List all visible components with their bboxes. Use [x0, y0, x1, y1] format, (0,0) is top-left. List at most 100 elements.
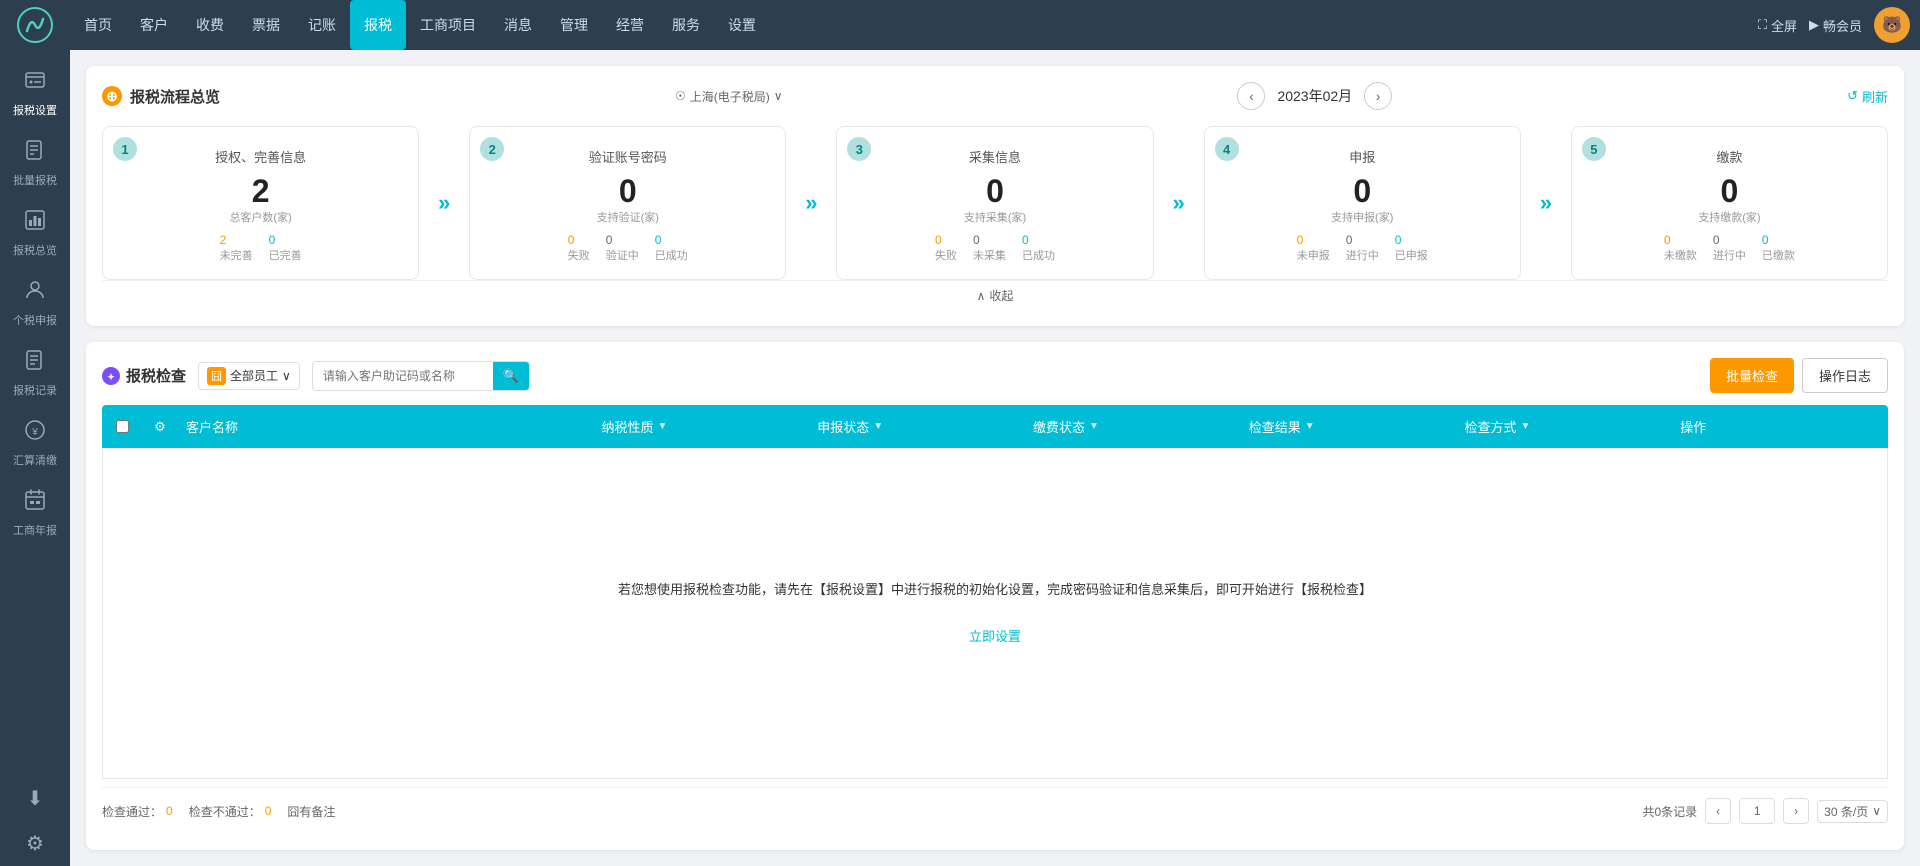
stat-unfilled[interactable]: 2 未完善 — [220, 233, 253, 263]
stat-uncollected-3[interactable]: 0 未采集 — [973, 233, 1006, 263]
nav-accounting[interactable]: 记账 — [294, 0, 350, 50]
instant-setup-link[interactable]: 立即设置 — [969, 629, 1021, 644]
step-sub-4: 支持申报(家) — [1331, 209, 1393, 225]
table-wrap: ⚙ 客户名称 纳税性质 ▼ 申报状态 ▼ 缴费状态 ▼ — [102, 405, 1888, 834]
nav-invoice[interactable]: 票据 — [238, 0, 294, 50]
prev-month-btn[interactable]: ‹ — [1237, 82, 1265, 110]
prev-page-btn[interactable]: ‹ — [1705, 798, 1731, 824]
search-button[interactable]: 🔍 — [493, 362, 529, 390]
sidebar-label-annual-report: 工商年报 — [13, 522, 57, 538]
footer-stats: 检查通过： 0 检查不通过： 0 囧有备注 — [102, 803, 335, 820]
th-checkbox[interactable] — [102, 408, 142, 445]
pass-stat[interactable]: 检查通过： 0 — [102, 803, 173, 820]
stat-success-3[interactable]: 0 已成功 — [1022, 233, 1055, 263]
page-size-select[interactable]: 30 条/页 ∨ — [1817, 800, 1888, 823]
batch-check-button[interactable]: 批量检查 — [1710, 358, 1794, 393]
nav-service[interactable]: 服务 — [658, 0, 714, 50]
step-sub-3: 支持采集(家) — [964, 209, 1026, 225]
step-stats-1: 2 未完善 0 已完善 — [220, 233, 302, 263]
step-title-1: 授权、完善信息 — [215, 147, 306, 166]
th-check-result[interactable]: 检查结果 ▼ — [1241, 405, 1457, 448]
step-title-2: 验证账号密码 — [589, 147, 667, 166]
nav-fee[interactable]: 收费 — [182, 0, 238, 50]
sidebar-item-tax-settings[interactable]: 报税设置 — [0, 58, 70, 128]
select-all-checkbox[interactable] — [116, 420, 129, 433]
collapse-label: 收起 — [989, 287, 1013, 304]
flow-step-4: 4 申报 0 支持申报(家) 0 未申报 0 进行中 — [1204, 126, 1521, 280]
stat-paid-5[interactable]: 0 已缴款 — [1762, 233, 1795, 263]
search-input[interactable] — [313, 364, 493, 388]
th-tax-nature[interactable]: 纳税性质 ▼ — [594, 405, 810, 448]
sidebar-label-batch-tax: 批量报税 — [13, 172, 57, 188]
arrow-4-5: » — [1521, 126, 1571, 280]
th-declaration-status[interactable]: 申报状态 ▼ — [809, 405, 1025, 448]
th-action: 操作 — [1672, 405, 1888, 448]
annual-report-icon — [23, 488, 47, 518]
step-num-5: 5 — [1582, 137, 1606, 161]
sidebar-item-tax-overview[interactable]: 报税总览 — [0, 198, 70, 268]
sidebar-settings2[interactable]: ⚙ — [0, 821, 70, 866]
nav-tax[interactable]: 报税 — [350, 0, 406, 50]
sidebar-bottom: ⬇ ⚙ — [0, 776, 70, 866]
collapse-bar[interactable]: ∧ 收起 — [102, 280, 1888, 310]
sidebar-item-settlement[interactable]: ¥ 汇算清缴 — [0, 408, 70, 478]
operation-log-button[interactable]: 操作日志 — [1802, 358, 1888, 393]
check-title-icon: ✦ — [102, 367, 120, 385]
table-header: ⚙ 客户名称 纳税性质 ▼ 申报状态 ▼ 缴费状态 ▼ — [102, 405, 1888, 448]
settings2-icon: ⚙ — [26, 831, 44, 856]
refresh-btn[interactable]: ↺ 刷新 — [1847, 87, 1888, 106]
th-check-method[interactable]: 检查方式 ▼ — [1457, 405, 1673, 448]
sidebar: 报税设置 批量报税 报税总览 — [0, 50, 70, 866]
flow-overview-card: ⊕ 报税流程总览 ☉ 上海(电子税局) ∨ ‹ 2023年02月 › ↺ 刷新 — [86, 66, 1904, 326]
th-gear[interactable]: ⚙ — [142, 407, 178, 447]
arrow-icon-4: » — [1540, 190, 1552, 216]
nav-settings[interactable]: 设置 — [714, 0, 770, 50]
nav-operation[interactable]: 经营 — [602, 0, 658, 50]
location-tag[interactable]: ☉ 上海(电子税局) ∨ — [675, 88, 783, 105]
table-body: 若您想使用报税检查功能，请先在【报税设置】中进行报税的初始化设置，完成密码验证和… — [102, 448, 1888, 779]
stat-declared-4[interactable]: 0 已申报 — [1395, 233, 1428, 263]
fail-stat[interactable]: 检查不通过： 0 — [189, 803, 272, 820]
nav-home[interactable]: 首页 — [70, 0, 126, 50]
tax-settings-icon — [23, 68, 47, 98]
vip-btn[interactable]: ▶ 畅会员 — [1809, 16, 1862, 35]
location-icon: ☉ — [675, 89, 686, 103]
stat-filled[interactable]: 0 已完善 — [269, 233, 302, 263]
next-month-btn[interactable]: › — [1364, 82, 1392, 110]
fail-value: 0 — [265, 804, 272, 818]
stat-undeclared-4[interactable]: 0 未申报 — [1297, 233, 1330, 263]
stat-fail-3[interactable]: 0 失败 — [935, 233, 957, 263]
empty-message: 若您想使用报税检查功能，请先在【报税设置】中进行报税的初始化设置，完成密码验证和… — [618, 578, 1372, 648]
current-page: 1 — [1739, 798, 1775, 824]
nav-manage[interactable]: 管理 — [546, 0, 602, 50]
sidebar-item-annual-report[interactable]: 工商年报 — [0, 478, 70, 548]
step-sub-5: 支持缴款(家) — [1698, 209, 1760, 225]
next-page-btn[interactable]: › — [1783, 798, 1809, 824]
avatar[interactable]: 🐻 — [1874, 7, 1910, 43]
stat-progress-4[interactable]: 0 进行中 — [1346, 233, 1379, 263]
step-num-2: 2 — [480, 137, 504, 161]
filter-declaration-icon: ▼ — [873, 421, 883, 432]
stat-success-2[interactable]: 0 已成功 — [655, 233, 688, 263]
th-payment-status[interactable]: 缴费状态 ▼ — [1025, 405, 1241, 448]
step-stats-2: 0 失败 0 验证中 0 已成功 — [568, 233, 688, 263]
sidebar-download[interactable]: ⬇ — [0, 776, 70, 821]
nav-message[interactable]: 消息 — [490, 0, 546, 50]
step-stats-3: 0 失败 0 未采集 0 已成功 — [935, 233, 1055, 263]
stat-verifying-2[interactable]: 0 验证中 — [606, 233, 639, 263]
staff-dropdown-icon: ∨ — [282, 369, 291, 383]
step-sub-2: 支持验证(家) — [597, 209, 659, 225]
step-stats-5: 0 未缴款 0 进行中 0 已缴款 — [1664, 233, 1795, 263]
sidebar-item-batch-tax[interactable]: 批量报税 — [0, 128, 70, 198]
sidebar-item-personal-tax[interactable]: 个税申报 — [0, 268, 70, 338]
stat-fail-2[interactable]: 0 失败 — [568, 233, 590, 263]
stat-progress-5[interactable]: 0 进行中 — [1713, 233, 1746, 263]
fullscreen-btn[interactable]: ⛶ 全屏 — [1758, 16, 1797, 35]
staff-select[interactable]: 囧 全部员工 ∨ — [198, 362, 300, 390]
nav-client[interactable]: 客户 — [126, 0, 182, 50]
stat-unpaid-5[interactable]: 0 未缴款 — [1664, 233, 1697, 263]
fullscreen-icon: ⛶ — [1758, 17, 1767, 33]
sidebar-item-tax-record[interactable]: 报税记录 — [0, 338, 70, 408]
nav-business[interactable]: 工商项目 — [406, 0, 490, 50]
step-num-3: 3 — [847, 137, 871, 161]
